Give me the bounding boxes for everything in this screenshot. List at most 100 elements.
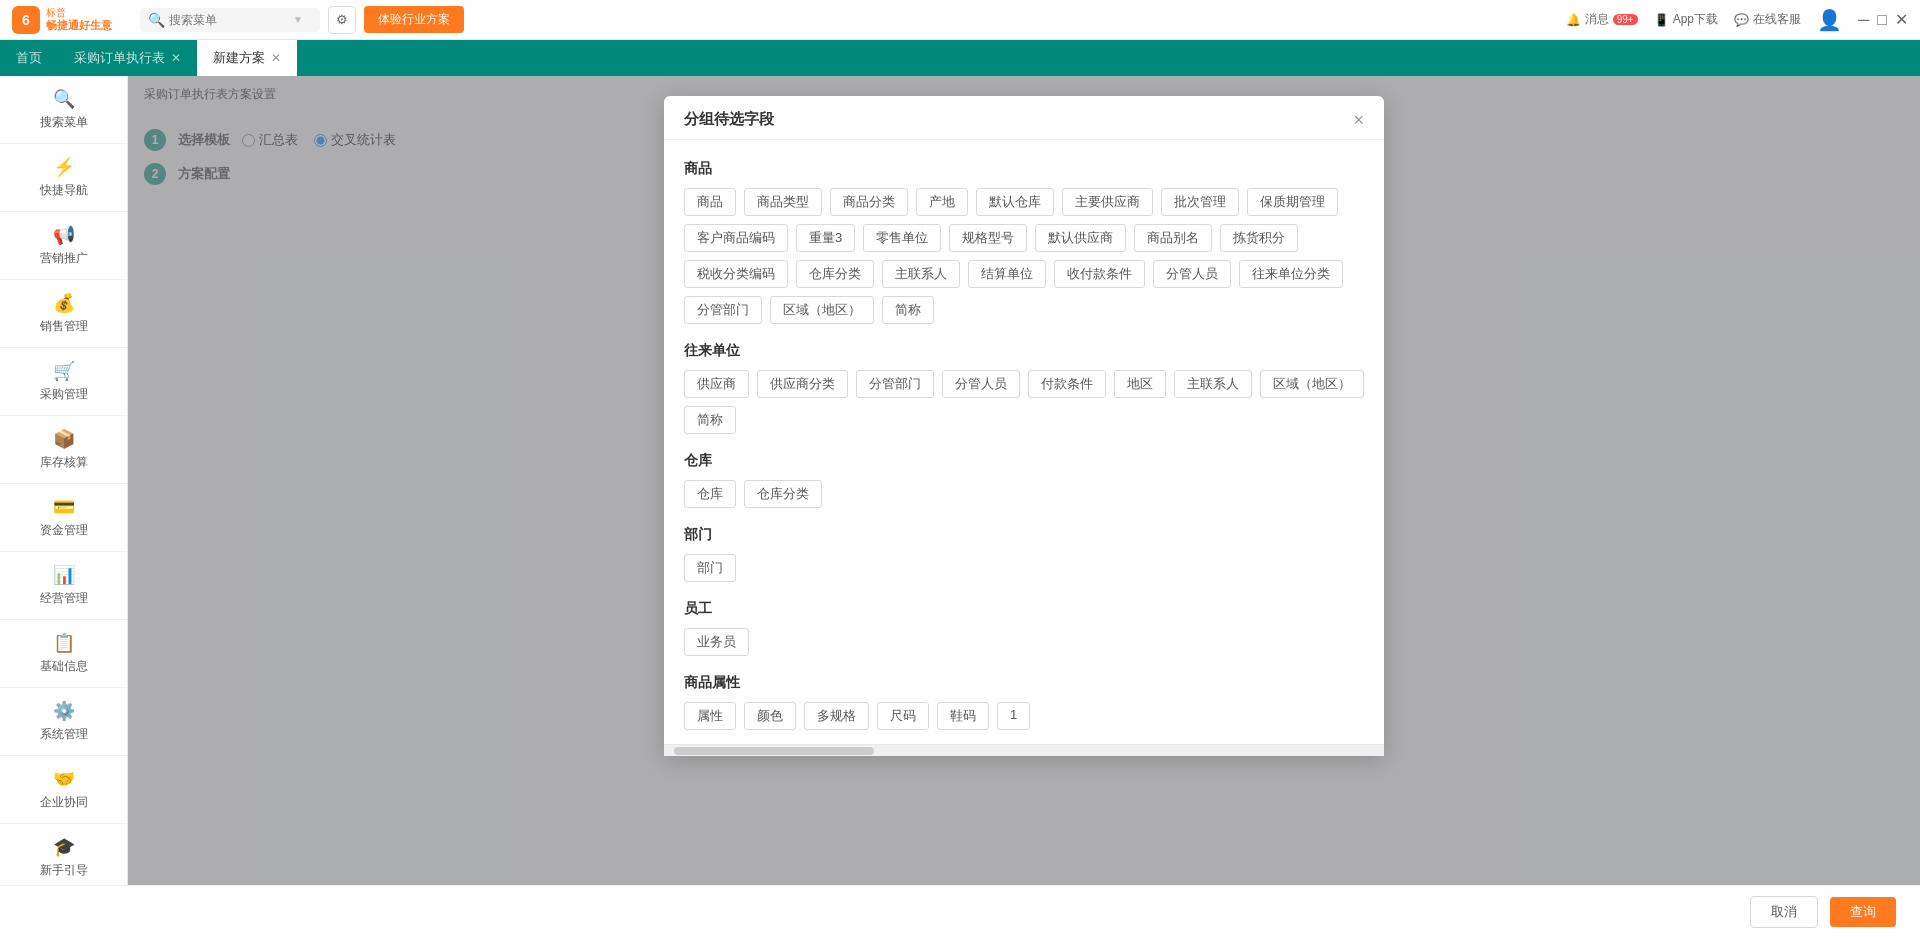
field-tag-1-7[interactable]: 区域（地区） [1260, 370, 1364, 398]
field-tag-5-1[interactable]: 颜色 [744, 702, 796, 730]
modal-body[interactable]: 商品商品商品类型商品分类产地默认仓库主要供应商批次管理保质期管理客户商品编码重量… [664, 140, 1384, 744]
search-bar[interactable]: 🔍 ▼ [140, 8, 320, 32]
gear-button[interactable]: ⚙ [328, 6, 356, 34]
tab-home[interactable]: 首页 [0, 40, 58, 76]
field-tag-2-1[interactable]: 仓库分类 [744, 480, 822, 508]
field-tag-5-2[interactable]: 多规格 [804, 702, 869, 730]
section-tags-2: 仓库仓库分类 [684, 480, 1364, 508]
field-tag-0-9[interactable]: 重量3 [796, 224, 855, 252]
section-title-5: 商品属性 [684, 674, 1364, 692]
phone-icon: 📱 [1654, 13, 1669, 27]
sidebar-icon-1: ⚡ [53, 156, 75, 178]
field-tag-0-17[interactable]: 主联系人 [882, 260, 960, 288]
field-tag-5-4[interactable]: 鞋码 [937, 702, 989, 730]
field-tag-0-2[interactable]: 商品分类 [830, 188, 908, 216]
sidebar-item-8[interactable]: 📋基础信息 [0, 620, 127, 688]
online-service-item[interactable]: 💬 在线客服 [1734, 11, 1801, 28]
logo-sub: 标普 [46, 7, 112, 19]
field-tag-5-0[interactable]: 属性 [684, 702, 736, 730]
search-input[interactable] [169, 13, 289, 27]
dropdown-arrow-icon: ▼ [293, 14, 303, 25]
modal-horizontal-scrollbar[interactable] [664, 744, 1384, 756]
modal-title: 分组待选字段 [684, 110, 774, 129]
section-tags-5: 属性颜色多规格尺码鞋码 1 [684, 702, 1364, 730]
field-tag-1-6[interactable]: 主联系人 [1174, 370, 1252, 398]
confirm-button[interactable]: 查询 [1830, 897, 1896, 927]
field-tag-0-11[interactable]: 规格型号 [949, 224, 1027, 252]
tab-purchase-list[interactable]: 采购订单执行表 ✕ [58, 40, 197, 76]
field-tag-0-3[interactable]: 产地 [916, 188, 968, 216]
sidebar-item-0[interactable]: 🔍搜索菜单 [0, 76, 127, 144]
field-tag-2-0[interactable]: 仓库 [684, 480, 736, 508]
sidebar-icon-2: 📢 [53, 224, 75, 246]
field-tag-0-12[interactable]: 默认供应商 [1035, 224, 1126, 252]
modal-close-button[interactable]: × [1353, 111, 1364, 129]
section-title-0: 商品 [684, 160, 1364, 178]
sidebar-item-2[interactable]: 📢营销推广 [0, 212, 127, 280]
sidebar-item-11[interactable]: 🎓新手引导 [0, 824, 127, 892]
field-tag-3-0[interactable]: 部门 [684, 554, 736, 582]
sidebar-icon-8: 📋 [53, 632, 75, 654]
notification-item[interactable]: 🔔 消息 99+ [1566, 11, 1638, 28]
notification-badge: 99+ [1613, 14, 1638, 25]
field-tag-0-19[interactable]: 收付款条件 [1054, 260, 1145, 288]
sidebar-item-1[interactable]: ⚡快捷导航 [0, 144, 127, 212]
field-tag-0-23[interactable]: 区域（地区） [770, 296, 874, 324]
field-tag-0-4[interactable]: 默认仓库 [976, 188, 1054, 216]
field-tag-1-5[interactable]: 地区 [1114, 370, 1166, 398]
field-tag-1-4[interactable]: 付款条件 [1028, 370, 1106, 398]
sidebar-item-7[interactable]: 📊经营管理 [0, 552, 127, 620]
sidebar-item-6[interactable]: 💳资金管理 [0, 484, 127, 552]
field-tag-0-8[interactable]: 客户商品编码 [684, 224, 788, 252]
avatar[interactable]: 👤 [1817, 8, 1842, 32]
field-tag-0-21[interactable]: 往来单位分类 [1239, 260, 1343, 288]
top-header: 6 标普 畅捷通好生意 🔍 ▼ ⚙ 体验行业方案 🔔 消息 99+ 📱 App下… [0, 0, 1920, 40]
modal-header: 分组待选字段 × [664, 96, 1384, 140]
sidebar-icon-5: 📦 [53, 428, 75, 450]
sidebar-item-10[interactable]: 🤝企业协同 [0, 756, 127, 824]
field-tag-0-0[interactable]: 商品 [684, 188, 736, 216]
sidebar-item-3[interactable]: 💰销售管理 [0, 280, 127, 348]
field-tag-0-16[interactable]: 仓库分类 [796, 260, 874, 288]
field-tag-1-3[interactable]: 分管人员 [942, 370, 1020, 398]
field-tag-1-1[interactable]: 供应商分类 [757, 370, 848, 398]
section-title-3: 部门 [684, 526, 1364, 544]
field-tag-1-8[interactable]: 简称 [684, 406, 736, 434]
sidebar-item-5[interactable]: 📦库存核算 [0, 416, 127, 484]
field-tag-0-5[interactable]: 主要供应商 [1062, 188, 1153, 216]
field-tag-5-5[interactable]: 1 [997, 702, 1030, 730]
sidebar-icon-10: 🤝 [53, 768, 75, 790]
window-controls[interactable]: ─ □ ✕ [1858, 10, 1908, 29]
field-tag-0-22[interactable]: 分管部门 [684, 296, 762, 324]
field-tag-0-18[interactable]: 结算单位 [968, 260, 1046, 288]
field-tag-1-2[interactable]: 分管部门 [856, 370, 934, 398]
sidebar-item-4[interactable]: 🛒采购管理 [0, 348, 127, 416]
cancel-button[interactable]: 取消 [1750, 896, 1818, 928]
tab-new-plan[interactable]: 新建方案 ✕ [197, 40, 297, 76]
maximize-icon[interactable]: □ [1877, 11, 1887, 29]
field-tag-4-0[interactable]: 业务员 [684, 628, 749, 656]
modal-footer: 取消 查询 [0, 885, 1920, 937]
field-tag-0-20[interactable]: 分管人员 [1153, 260, 1231, 288]
sidebar-icon-3: 💰 [53, 292, 75, 314]
minimize-icon[interactable]: ─ [1858, 11, 1869, 29]
trial-button[interactable]: 体验行业方案 [364, 6, 464, 33]
field-tag-0-13[interactable]: 商品别名 [1134, 224, 1212, 252]
tab-close-new-plan[interactable]: ✕ [271, 51, 281, 65]
search-icon: 🔍 [148, 12, 165, 28]
field-tag-0-7[interactable]: 保质期管理 [1247, 188, 1338, 216]
field-tag-5-3[interactable]: 尺码 [877, 702, 929, 730]
field-tag-0-15[interactable]: 税收分类编码 [684, 260, 788, 288]
field-tag-0-14[interactable]: 拣货积分 [1220, 224, 1298, 252]
app-download-item[interactable]: 📱 App下载 [1654, 11, 1718, 28]
section-tags-3: 部门 [684, 554, 1364, 582]
field-tag-0-10[interactable]: 零售单位 [863, 224, 941, 252]
field-tag-1-0[interactable]: 供应商 [684, 370, 749, 398]
tab-close-purchase[interactable]: ✕ [171, 51, 181, 65]
field-tag-0-6[interactable]: 批次管理 [1161, 188, 1239, 216]
sidebar-item-9[interactable]: ⚙️系统管理 [0, 688, 127, 756]
field-tag-0-24[interactable]: 简称 [882, 296, 934, 324]
sidebar-icon-4: 🛒 [53, 360, 75, 382]
field-tag-0-1[interactable]: 商品类型 [744, 188, 822, 216]
close-icon[interactable]: ✕ [1895, 10, 1908, 29]
